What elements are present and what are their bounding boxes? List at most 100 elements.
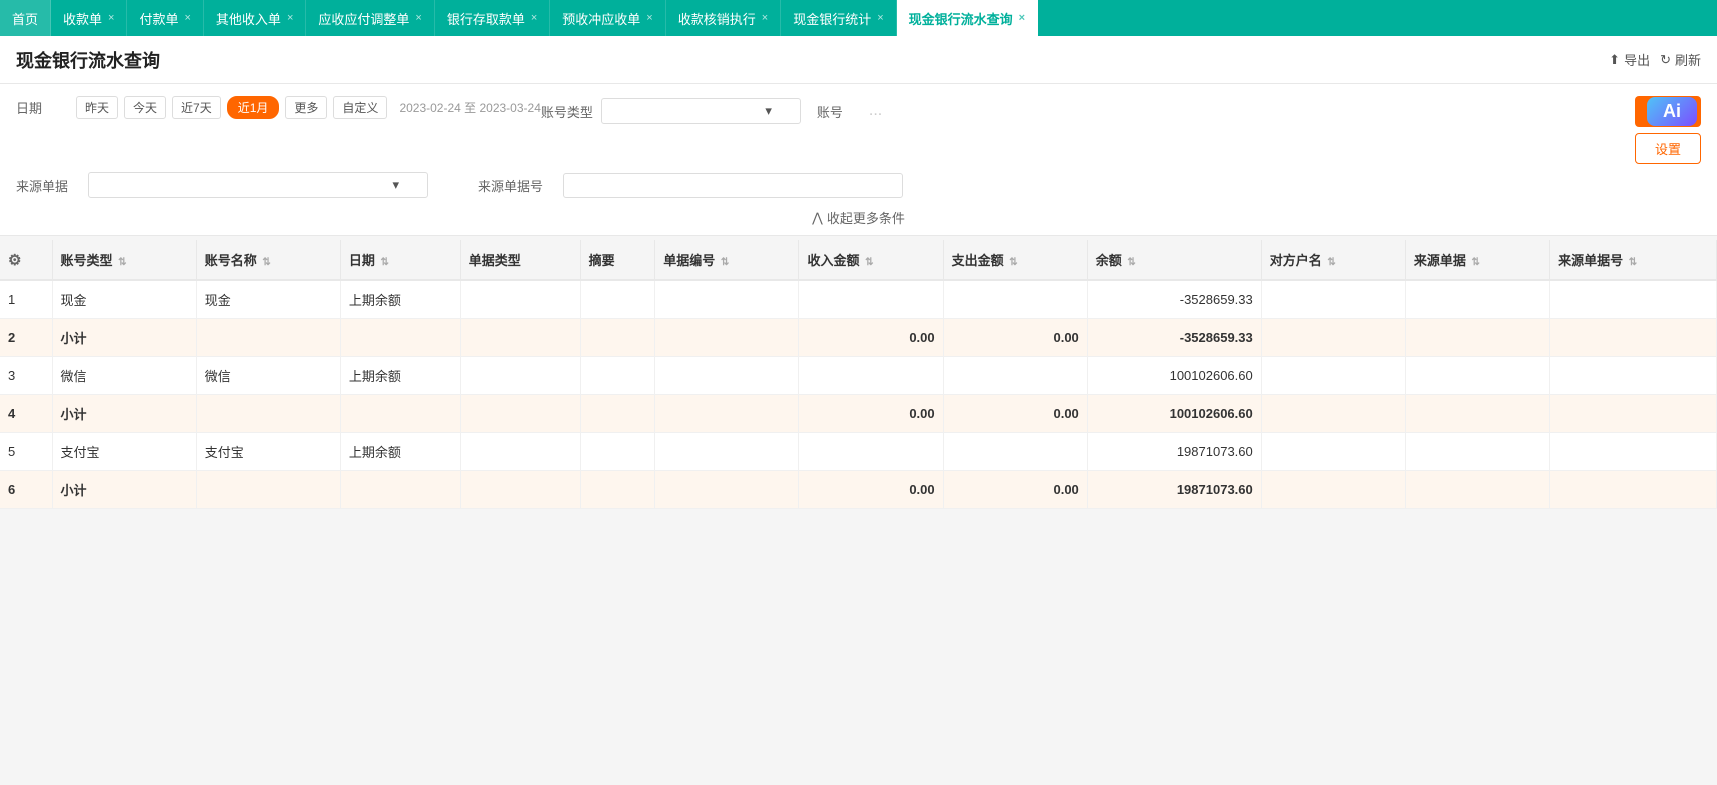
close-icon[interactable]: ×	[415, 12, 421, 24]
cell-expense	[943, 433, 1087, 471]
cell-account-type: 现金	[52, 280, 196, 319]
cell-income	[799, 357, 943, 395]
cell-source-doc-no	[1550, 319, 1717, 357]
nav-home[interactable]: 首页	[0, 0, 51, 36]
account-type-label: 账号类型	[541, 102, 593, 121]
collapse-bar[interactable]: ⋀ 收起更多条件	[16, 208, 1701, 227]
cell-doc-type	[460, 319, 580, 357]
source-doc-select[interactable]: ▾	[88, 172, 428, 198]
gear-icon[interactable]: ⚙	[8, 252, 21, 269]
cell-doc-type	[460, 471, 580, 509]
row-index: 4	[0, 395, 52, 433]
cell-account-name	[196, 395, 340, 433]
nav-prepay-offset[interactable]: 预收冲应收单 ×	[550, 0, 665, 36]
cell-date: 上期余额	[340, 433, 460, 471]
sort-icon: ⇅	[1472, 257, 1480, 268]
cell-balance: 100102606.60	[1087, 395, 1261, 433]
cell-source-doc	[1405, 433, 1549, 471]
date-yesterday[interactable]: 昨天	[76, 96, 118, 119]
nav-cash-bank-flow[interactable]: 现金银行流水查询 ×	[897, 0, 1038, 36]
sort-icon: ⇅	[1127, 257, 1135, 268]
date-more[interactable]: 更多	[285, 96, 327, 119]
cell-summary	[580, 433, 655, 471]
date-range: 2023-02-24 至 2023-03-24	[399, 99, 540, 116]
export-button[interactable]: ⬆ 导出	[1609, 50, 1650, 69]
data-table-container: ⚙ 账号类型 ⇅ 账号名称 ⇅ 日期 ⇅ 单据类型 摘要 单据编号 ⇅ 收入金额…	[0, 240, 1717, 509]
col-balance[interactable]: 余额 ⇅	[1087, 240, 1261, 280]
cell-account-type: 微信	[52, 357, 196, 395]
cell-doc-type	[460, 280, 580, 319]
close-icon[interactable]: ×	[184, 12, 190, 24]
row-index: 6	[0, 471, 52, 509]
collapse-icon: ⋀	[812, 210, 823, 226]
date-today[interactable]: 今天	[124, 96, 166, 119]
col-source-doc[interactable]: 来源单据 ⇅	[1405, 240, 1549, 280]
cell-balance: 100102606.60	[1087, 357, 1261, 395]
cell-summary	[580, 471, 655, 509]
refresh-icon: ↻	[1660, 52, 1671, 68]
nav-receipts[interactable]: 收款单 ×	[51, 0, 127, 36]
col-date[interactable]: 日期 ⇅	[340, 240, 460, 280]
nav-receipt-exec[interactable]: 收款核销执行 ×	[666, 0, 781, 36]
cell-counterparty	[1261, 471, 1405, 509]
table-row: 4小计0.000.00100102606.60	[0, 395, 1717, 433]
date-custom[interactable]: 自定义	[333, 96, 387, 119]
col-doc-no[interactable]: 单据编号 ⇅	[655, 240, 799, 280]
nav-bank-deposit[interactable]: 银行存取款单 ×	[435, 0, 550, 36]
close-icon[interactable]: ×	[762, 12, 768, 24]
cell-source-doc	[1405, 471, 1549, 509]
data-table: ⚙ 账号类型 ⇅ 账号名称 ⇅ 日期 ⇅ 单据类型 摘要 单据编号 ⇅ 收入金额…	[0, 240, 1717, 509]
account-type-select[interactable]: ▾	[601, 98, 801, 124]
ai-badge[interactable]: Ai	[1647, 97, 1697, 126]
col-source-doc-no[interactable]: 来源单据号 ⇅	[1550, 240, 1717, 280]
date-1month[interactable]: 近1月	[227, 96, 280, 119]
col-account-name[interactable]: 账号名称 ⇅	[196, 240, 340, 280]
nav-payments[interactable]: 付款单 ×	[127, 0, 203, 36]
account-dots-icon[interactable]: ...	[865, 102, 886, 120]
cell-summary	[580, 357, 655, 395]
col-account-type[interactable]: 账号类型 ⇅	[52, 240, 196, 280]
sort-icon: ⇅	[721, 257, 729, 268]
cell-expense	[943, 357, 1087, 395]
cell-expense: 0.00	[943, 395, 1087, 433]
cell-account-type: 小计	[52, 471, 196, 509]
close-icon[interactable]: ×	[877, 12, 883, 24]
cell-income: 0.00	[799, 471, 943, 509]
source-doc-no-input[interactable]	[563, 173, 903, 198]
settings-button[interactable]: 设置	[1635, 133, 1701, 164]
cell-expense: 0.00	[943, 319, 1087, 357]
col-counterparty[interactable]: 对方户名 ⇅	[1261, 240, 1405, 280]
close-icon[interactable]: ×	[108, 12, 114, 24]
nav-cash-bank-stats[interactable]: 现金银行统计 ×	[781, 0, 896, 36]
cell-balance: 19871073.60	[1087, 433, 1261, 471]
col-gear[interactable]: ⚙	[0, 240, 52, 280]
nav-ar-ap-adjust[interactable]: 应收应付调整单 ×	[306, 0, 434, 36]
close-icon[interactable]: ×	[287, 12, 293, 24]
cell-expense: 0.00	[943, 471, 1087, 509]
cell-account-type: 支付宝	[52, 433, 196, 471]
date-7days[interactable]: 近7天	[172, 96, 221, 119]
cell-doc-no	[655, 471, 799, 509]
col-summary: 摘要	[580, 240, 655, 280]
filter-area: 日期 昨天 今天 近7天 近1月 更多 自定义 2023-02-24 至 202…	[0, 84, 1717, 236]
col-expense[interactable]: 支出金额 ⇅	[943, 240, 1087, 280]
cell-doc-no	[655, 319, 799, 357]
col-income[interactable]: 收入金额 ⇅	[799, 240, 943, 280]
cell-account-name: 现金	[196, 280, 340, 319]
table-row: 1现金现金上期余额-3528659.33	[0, 280, 1717, 319]
cell-expense	[943, 280, 1087, 319]
cell-balance: -3528659.33	[1087, 280, 1261, 319]
cell-summary	[580, 395, 655, 433]
cell-income: 0.00	[799, 319, 943, 357]
nav-other-income[interactable]: 其他收入单 ×	[204, 0, 306, 36]
export-icon: ⬆	[1609, 52, 1620, 68]
table-header-row: ⚙ 账号类型 ⇅ 账号名称 ⇅ 日期 ⇅ 单据类型 摘要 单据编号 ⇅ 收入金额…	[0, 240, 1717, 280]
cell-doc-no	[655, 433, 799, 471]
cell-account-type: 小计	[52, 395, 196, 433]
close-icon[interactable]: ×	[1019, 12, 1025, 24]
cell-balance: 19871073.60	[1087, 471, 1261, 509]
cell-counterparty	[1261, 319, 1405, 357]
close-icon[interactable]: ×	[646, 12, 652, 24]
refresh-button[interactable]: ↻ 刷新	[1660, 50, 1701, 69]
close-icon[interactable]: ×	[531, 12, 537, 24]
